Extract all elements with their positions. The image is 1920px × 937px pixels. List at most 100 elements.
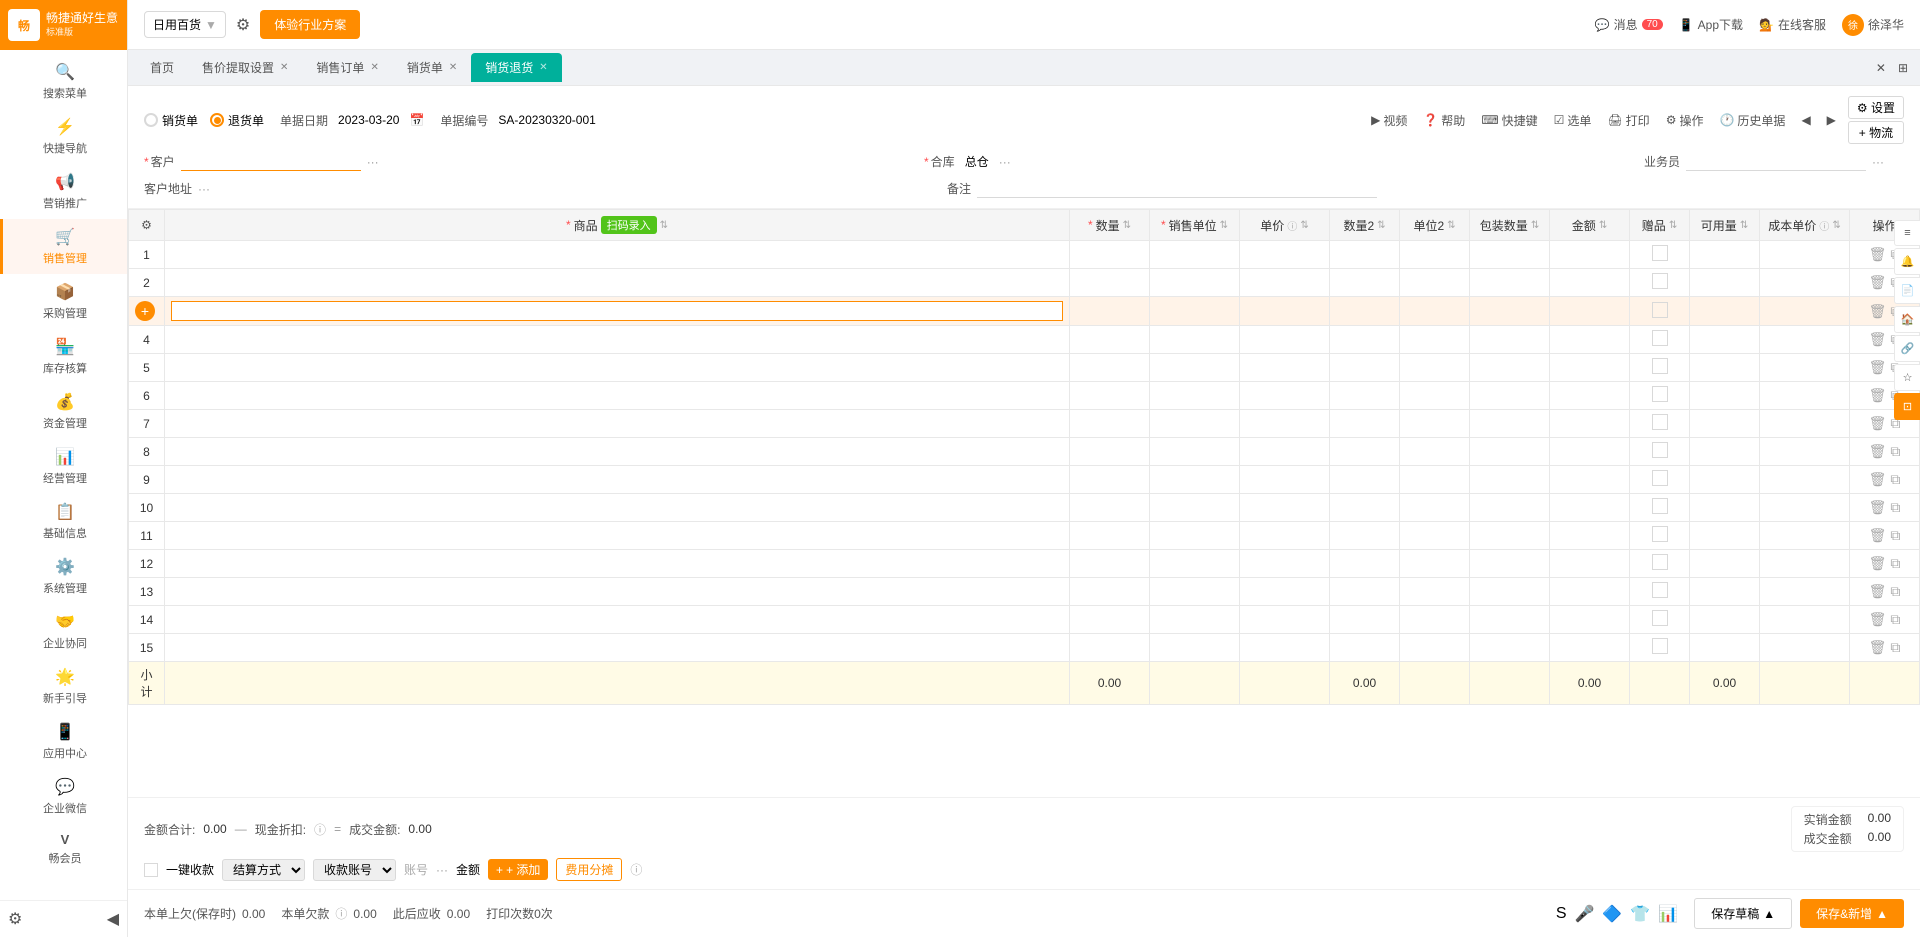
discount-info-icon[interactable]: ⓘ	[314, 821, 326, 838]
account-dots[interactable]: ···	[436, 863, 448, 877]
row-2-unit[interactable]	[1150, 269, 1240, 297]
row-1-price[interactable]	[1240, 241, 1330, 269]
row-11-qty2[interactable]	[1330, 522, 1400, 550]
row-11-pkgqty[interactable]	[1470, 522, 1550, 550]
row-10-unit[interactable]	[1150, 494, 1240, 522]
salesperson-select-icon[interactable]: ···	[1872, 155, 1884, 169]
video-btn[interactable]: ▶ 视频	[1367, 110, 1411, 131]
row-8-copy-icon[interactable]: ⧉	[1890, 443, 1900, 460]
row-10-unit2[interactable]	[1400, 494, 1470, 522]
row-6-goods[interactable]	[165, 382, 1070, 410]
row-12-qty[interactable]	[1070, 550, 1150, 578]
row-8-goods[interactable]	[165, 438, 1070, 466]
price-sort-icon[interactable]: ⇅	[1300, 220, 1308, 231]
row-4-cost-price[interactable]	[1760, 326, 1850, 354]
row-7-unit2[interactable]	[1400, 410, 1470, 438]
warehouse-select-icon[interactable]: ···	[999, 155, 1011, 169]
print-btn[interactable]: 🖨 打印	[1603, 110, 1653, 131]
fee-split-info-icon[interactable]: ⓘ	[630, 861, 642, 878]
row-4-qty2[interactable]	[1330, 326, 1400, 354]
row-4-gift-checkbox[interactable]	[1652, 330, 1668, 346]
mic-icon[interactable]: 🎤	[1575, 904, 1595, 924]
row-15-amount[interactable]	[1550, 634, 1630, 662]
operate-btn[interactable]: ⚙ 操作	[1662, 110, 1708, 131]
row-12-price[interactable]	[1240, 550, 1330, 578]
online-service-button[interactable]: 💁 在线客服	[1759, 16, 1826, 33]
row-9-unit2[interactable]	[1400, 466, 1470, 494]
row-3-qty[interactable]	[1070, 297, 1150, 326]
row-9-unit[interactable]	[1150, 466, 1240, 494]
row-7-amount[interactable]	[1550, 410, 1630, 438]
row-7-cost-price[interactable]	[1760, 410, 1850, 438]
row-9-cost-price[interactable]	[1760, 466, 1850, 494]
row-15-copy-icon[interactable]: ⧉	[1890, 639, 1900, 656]
sidebar-item-sales[interactable]: 🛒 销售管理	[0, 219, 127, 274]
row-9-copy-icon[interactable]: ⧉	[1890, 471, 1900, 488]
row-6-qty[interactable]	[1070, 382, 1150, 410]
sidebar-item-appstore[interactable]: 📱 应用中心	[0, 714, 127, 769]
row-9-available[interactable]	[1690, 466, 1760, 494]
daily-category-select[interactable]: 日用百货 ▼	[144, 11, 226, 38]
row-7-pkgqty[interactable]	[1470, 410, 1550, 438]
save-new-button[interactable]: 保存&新增 ▲	[1800, 899, 1904, 928]
tab-close-price-setting[interactable]: ✕	[280, 62, 288, 73]
row-12-cost-price[interactable]	[1760, 550, 1850, 578]
row-3-available[interactable]	[1690, 297, 1760, 326]
row-12-qty2[interactable]	[1330, 550, 1400, 578]
row-5-qty2[interactable]	[1330, 354, 1400, 382]
right-float-item-active[interactable]: ⊡	[1894, 393, 1920, 420]
row-13-qty[interactable]	[1070, 578, 1150, 606]
row-3-cost-price[interactable]	[1760, 297, 1850, 326]
row-9-delete-icon[interactable]: 🗑	[1869, 471, 1887, 488]
right-float-item-5[interactable]: 🔗	[1894, 335, 1920, 362]
row-7-unit[interactable]	[1150, 410, 1240, 438]
row-5-goods[interactable]	[165, 354, 1070, 382]
row-3-unit[interactable]	[1150, 297, 1240, 326]
row-13-price[interactable]	[1240, 578, 1330, 606]
add-row-button[interactable]: +	[135, 301, 155, 321]
sidebar-collapse-icon[interactable]: ◀	[107, 909, 119, 929]
price-help-icon[interactable]: ⓘ	[1287, 218, 1297, 233]
row-14-cost-price[interactable]	[1760, 606, 1850, 634]
row-5-unit2[interactable]	[1400, 354, 1470, 382]
row-14-available[interactable]	[1690, 606, 1760, 634]
row-13-copy-icon[interactable]: ⧉	[1890, 583, 1900, 600]
available-sort-icon[interactable]: ⇅	[1740, 220, 1748, 231]
row-1-gift-checkbox[interactable]	[1652, 245, 1668, 261]
row-6-delete-icon[interactable]: 🗑	[1869, 387, 1887, 404]
row-2-available[interactable]	[1690, 269, 1760, 297]
row-2-cost-price[interactable]	[1760, 269, 1850, 297]
row-1-unit[interactable]	[1150, 241, 1240, 269]
row-13-qty2[interactable]	[1330, 578, 1400, 606]
remark-input[interactable]	[977, 179, 1377, 198]
row-12-available[interactable]	[1690, 550, 1760, 578]
row-5-qty[interactable]	[1070, 354, 1150, 382]
row-8-price[interactable]	[1240, 438, 1330, 466]
row-8-unit[interactable]	[1150, 438, 1240, 466]
row-9-price[interactable]	[1240, 466, 1330, 494]
row-8-pkgqty[interactable]	[1470, 438, 1550, 466]
row-12-gift-checkbox[interactable]	[1652, 554, 1668, 570]
sidebar-item-operations[interactable]: 📊 经营管理	[0, 439, 127, 494]
row-5-pkgqty[interactable]	[1470, 354, 1550, 382]
calc-method-select[interactable]: 结算方式	[222, 859, 305, 881]
settings-icon[interactable]: ⚙	[236, 15, 250, 35]
calendar-icon[interactable]: 📅	[409, 113, 424, 127]
row-15-delete-icon[interactable]: 🗑	[1869, 639, 1887, 656]
row-3-pkgqty[interactable]	[1470, 297, 1550, 326]
unit2-sort-icon[interactable]: ⇅	[1447, 220, 1455, 231]
row-8-amount[interactable]	[1550, 438, 1630, 466]
row-14-gift-checkbox[interactable]	[1652, 610, 1668, 626]
row-5-cost-price[interactable]	[1760, 354, 1850, 382]
row-14-price[interactable]	[1240, 606, 1330, 634]
row-13-goods[interactable]	[165, 578, 1070, 606]
row-13-available[interactable]	[1690, 578, 1760, 606]
row-14-amount[interactable]	[1550, 606, 1630, 634]
row-11-price[interactable]	[1240, 522, 1330, 550]
row-2-delete-icon[interactable]: 🗑	[1869, 274, 1887, 291]
settings-form-btn[interactable]: ⚙ 设置	[1848, 96, 1904, 119]
row-2-price[interactable]	[1240, 269, 1330, 297]
shortcut-btn[interactable]: ⌨ 快捷键	[1477, 110, 1541, 131]
row-4-amount[interactable]	[1550, 326, 1630, 354]
add-payment-btn[interactable]: + + 添加	[488, 859, 548, 880]
